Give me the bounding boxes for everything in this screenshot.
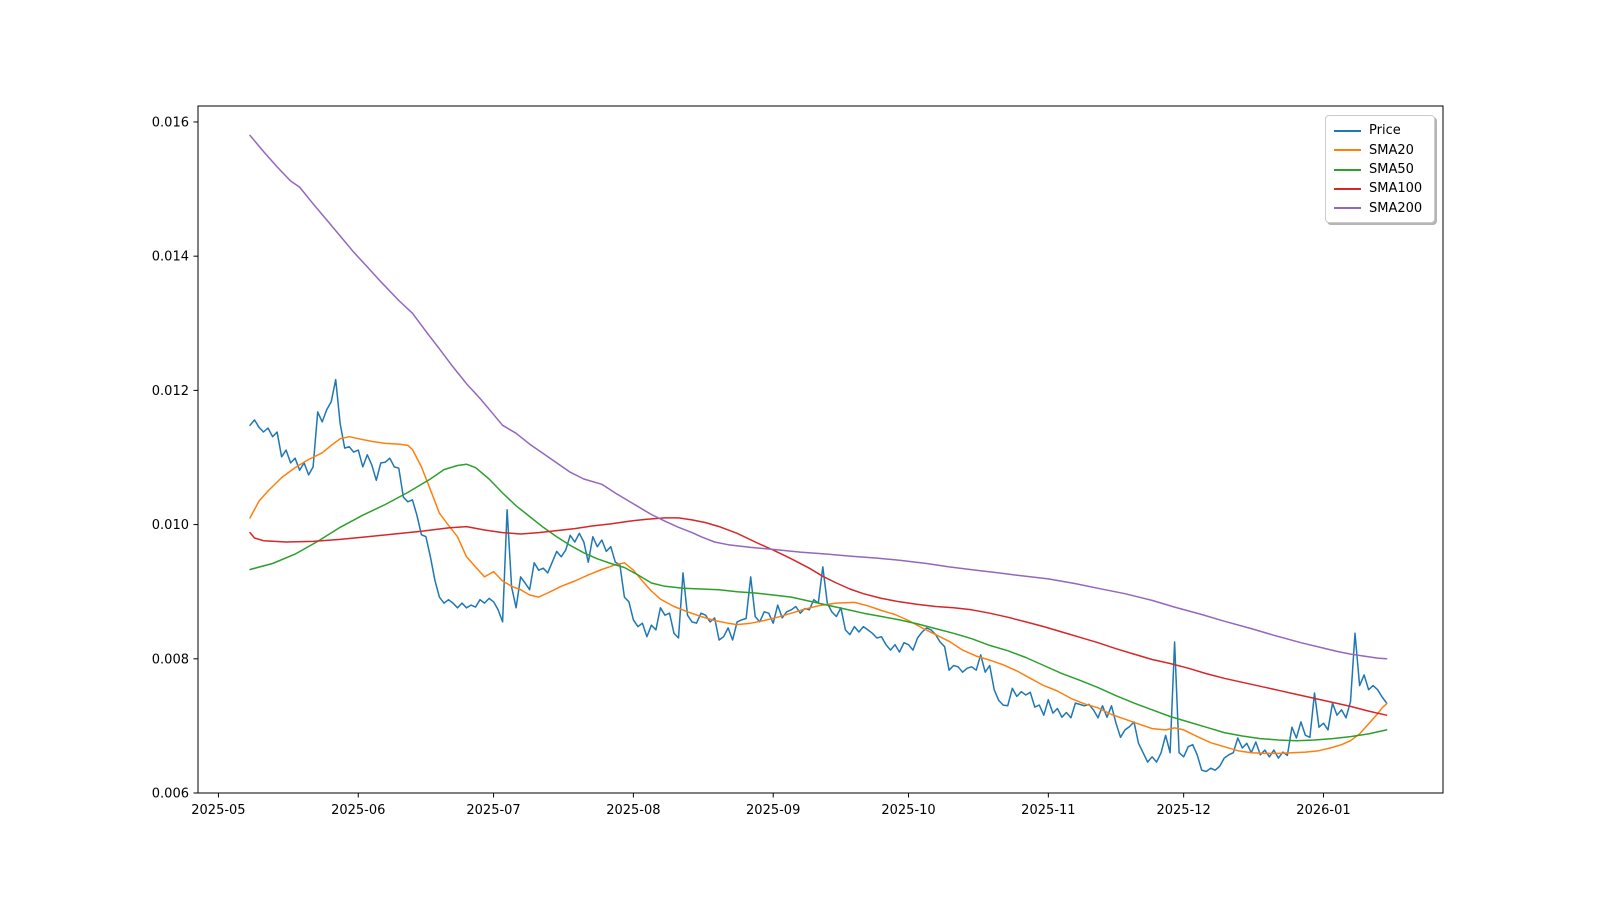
y-tick-label: 0.008 (152, 652, 189, 667)
y-tick-label: 0.010 (152, 518, 189, 533)
legend: Price SMA20 SMA50 SMA100 SMA200 (1325, 115, 1435, 223)
y-tick-label: 0.016 (152, 115, 189, 130)
legend-item-sma100: SMA100 (1334, 179, 1428, 198)
x-tick-label: 2025-11 (1021, 803, 1075, 818)
y-tick-label: 0.014 (152, 250, 189, 265)
price-line-swatch (1334, 129, 1361, 132)
legend-label-sma100: SMA100 (1369, 181, 1423, 197)
sma20-line-swatch (1334, 149, 1361, 152)
x-tick-label: 2025-10 (881, 803, 935, 818)
sma200-line-swatch (1334, 207, 1361, 210)
sma50-line-swatch (1334, 168, 1361, 171)
legend-item-sma200: SMA200 (1334, 199, 1428, 218)
legend-label-price: Price (1369, 123, 1401, 139)
chart-figure: 2025-05 2025-06 2025-07 2025-08 2025-09 2025-… (0, 0, 1600, 900)
legend-item-sma50: SMA50 (1334, 160, 1428, 179)
x-tick-label: 2025-06 (331, 803, 385, 818)
legend-item-price: Price (1334, 121, 1428, 140)
legend-label-sma50: SMA50 (1369, 162, 1414, 178)
legend-label-sma20: SMA20 (1369, 142, 1414, 158)
x-tick-label: 2025-05 (191, 803, 245, 818)
series-line-sma200 (249, 134, 1388, 660)
x-tick-label: 2025-09 (746, 803, 800, 818)
x-tick-label: 2025-07 (466, 803, 520, 818)
sma100-line-swatch (1334, 187, 1361, 190)
x-tick-label: 2025-08 (606, 803, 660, 818)
x-tick-label: 2025-12 (1156, 803, 1210, 818)
legend-label-sma200: SMA200 (1369, 200, 1423, 216)
legend-item-sma20: SMA20 (1334, 140, 1428, 159)
series-line-price (249, 378, 1388, 773)
series-line-sma50 (249, 463, 1388, 742)
x-tick-label: 2026-01 (1296, 803, 1350, 818)
y-tick-label: 0.006 (152, 787, 189, 802)
axes-spines (197, 105, 1444, 794)
series-line-sma100 (249, 517, 1388, 716)
y-tick-label: 0.012 (152, 384, 189, 399)
